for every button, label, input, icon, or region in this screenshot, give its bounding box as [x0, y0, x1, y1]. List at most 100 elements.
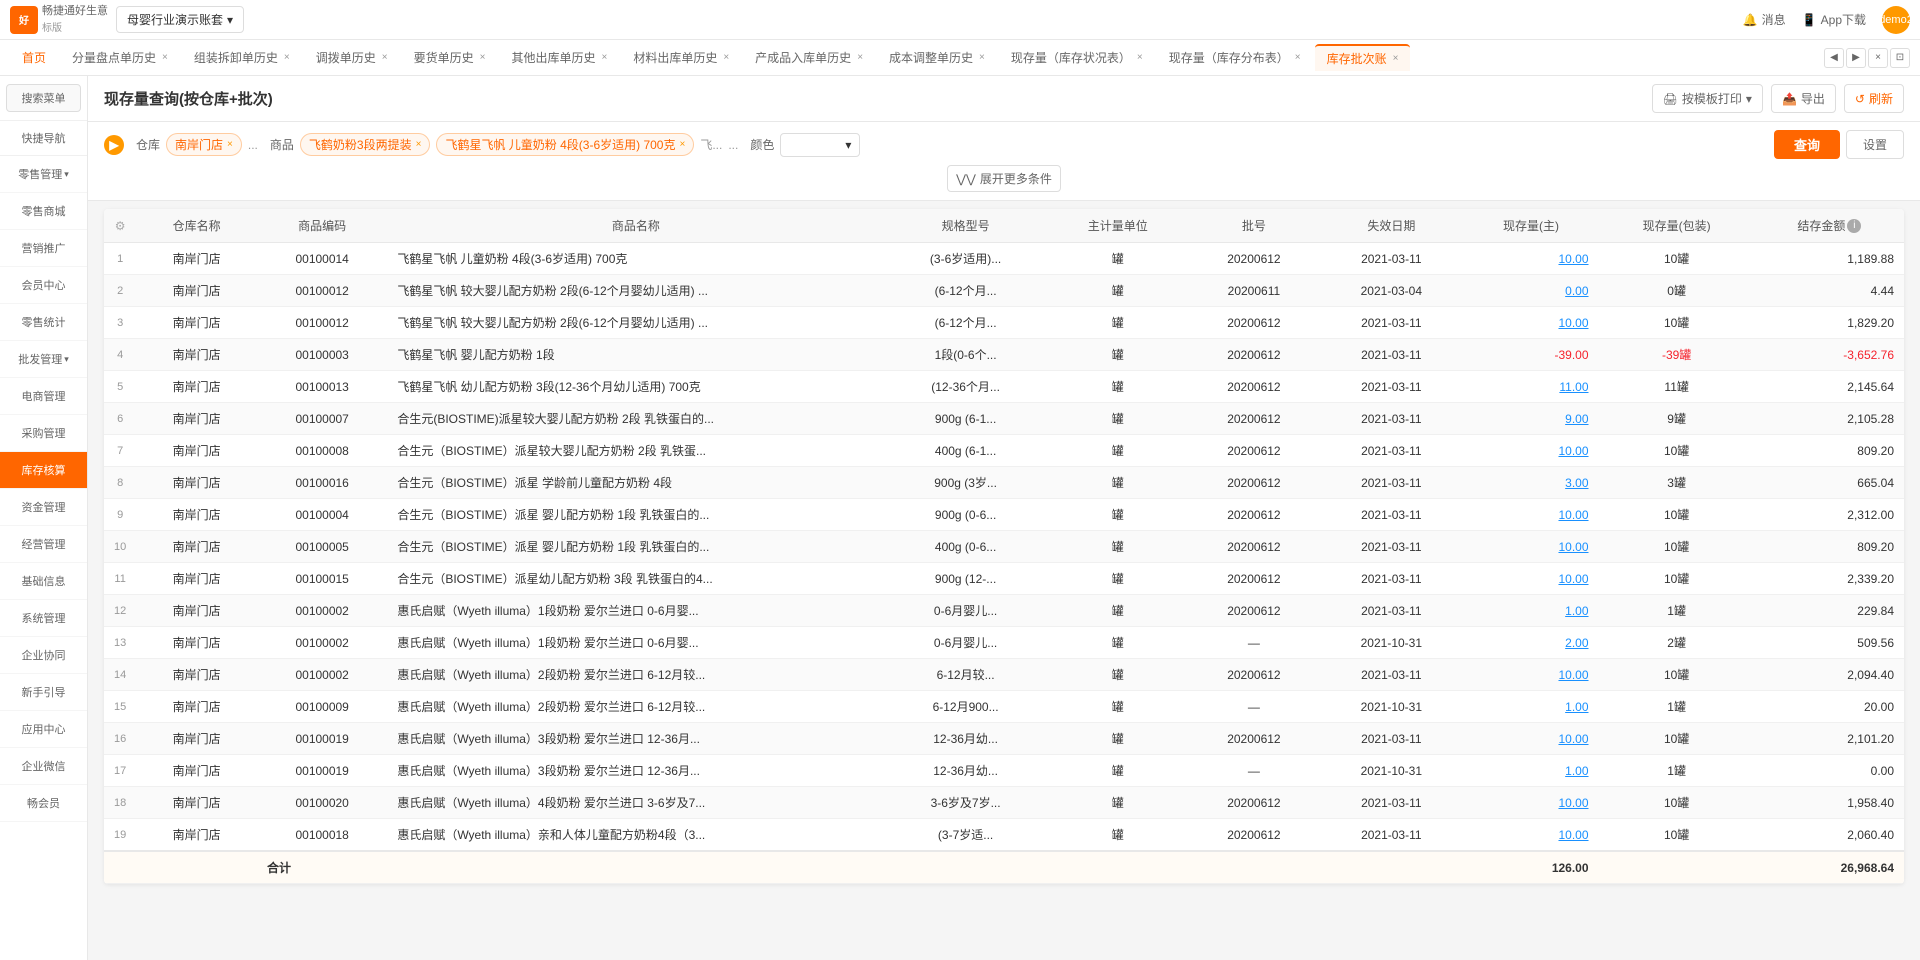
close-icon[interactable]: ×: [979, 52, 985, 63]
th-settings[interactable]: ⚙: [104, 209, 136, 243]
row-qty-main[interactable]: -39.00: [1464, 339, 1599, 371]
sidebar-item-marketing[interactable]: 营销推广: [0, 230, 87, 267]
settings-button[interactable]: 设置: [1846, 130, 1904, 159]
row-qty-main[interactable]: 10.00: [1464, 531, 1599, 563]
nav-prev-button[interactable]: ◀: [1824, 48, 1844, 68]
sidebar-item-operation[interactable]: 经营管理: [0, 526, 87, 563]
close-icon[interactable]: ×: [1393, 53, 1399, 64]
tab-1[interactable]: 分量盘点单历史 ×: [60, 45, 180, 70]
tab-9[interactable]: 现存量（库存状况表） ×: [999, 45, 1155, 70]
close-icon[interactable]: ×: [382, 52, 388, 63]
row-batch: 20200612: [1189, 467, 1319, 499]
filter-toggle-button[interactable]: ▶: [104, 135, 124, 155]
account-selector[interactable]: 母婴行业演示账套 ▾: [116, 6, 244, 33]
expand-conditions-button[interactable]: ⋁⋁ 展开更多条件: [947, 165, 1061, 192]
sidebar-item-apps[interactable]: 应用中心: [0, 711, 87, 748]
row-spec: 6-12月较...: [885, 659, 1047, 691]
tab-10[interactable]: 现存量（库存分布表） ×: [1157, 45, 1313, 70]
close-icon[interactable]: ×: [284, 52, 290, 63]
search-button[interactable]: 查询: [1774, 130, 1840, 159]
close-icon[interactable]: ×: [723, 52, 729, 63]
sidebar-item-purchase[interactable]: 采购管理: [0, 415, 87, 452]
message-button[interactable]: 🔔 消息: [1743, 11, 1786, 28]
row-qty-main[interactable]: 10.00: [1464, 787, 1599, 819]
row-spec: 400g (0-6...: [885, 531, 1047, 563]
tab-home[interactable]: 首页: [10, 45, 58, 70]
sidebar-item-collab[interactable]: 企业协同: [0, 637, 87, 674]
sidebar-item-shop[interactable]: 零售商城: [0, 193, 87, 230]
row-qty-main[interactable]: 1.00: [1464, 755, 1599, 787]
sidebar-item-wxwork[interactable]: 企业微信: [0, 748, 87, 785]
sidebar-item-retail[interactable]: 零售管理 ▾: [0, 156, 87, 193]
sidebar-item-finance[interactable]: 资金管理: [0, 489, 87, 526]
row-qty-main[interactable]: 0.00: [1464, 275, 1599, 307]
sidebar-item-basic[interactable]: 基础信息: [0, 563, 87, 600]
tab-8[interactable]: 成本调整单历史 ×: [877, 45, 997, 70]
remove-product-tag-1-button[interactable]: ×: [416, 139, 422, 150]
product-more-dots[interactable]: ...: [728, 138, 738, 152]
close-icon[interactable]: ×: [601, 52, 607, 63]
row-qty-main[interactable]: 10.00: [1464, 819, 1599, 852]
product-filter-tag-2[interactable]: 飞鹤星飞帆 儿童奶粉 4段(3-6岁适用) 700克 ×: [436, 133, 694, 156]
row-qty-main[interactable]: 10.00: [1464, 723, 1599, 755]
close-icon[interactable]: ×: [1137, 52, 1143, 63]
search-menu-button[interactable]: 搜索菜单: [6, 84, 81, 112]
nav-close-button[interactable]: ×: [1868, 48, 1888, 68]
th-batch: 批号: [1189, 209, 1319, 243]
amount-info-icon[interactable]: i: [1847, 219, 1861, 233]
row-qty-main[interactable]: 2.00: [1464, 627, 1599, 659]
row-qty-main[interactable]: 10.00: [1464, 563, 1599, 595]
app-download-button[interactable]: 📱 App下载: [1802, 11, 1866, 28]
row-qty-main[interactable]: 1.00: [1464, 595, 1599, 627]
sidebar-item-member[interactable]: 会员中心: [0, 267, 87, 304]
product-more-button[interactable]: 飞...: [700, 136, 722, 153]
table-footer-row: 合计 126.00 26,968.64: [104, 851, 1904, 884]
row-qty-main[interactable]: 3.00: [1464, 467, 1599, 499]
row-unit: 罐: [1047, 243, 1189, 275]
row-qty-main[interactable]: 10.00: [1464, 659, 1599, 691]
remove-warehouse-tag-button[interactable]: ×: [227, 139, 233, 150]
nav-menu-button[interactable]: ⊡: [1890, 48, 1910, 68]
sidebar-item-system[interactable]: 系统管理: [0, 600, 87, 637]
close-icon[interactable]: ×: [1295, 52, 1301, 63]
template-print-button[interactable]: 🖨 按模板打印 ▾: [1652, 84, 1763, 113]
row-qty-main[interactable]: 10.00: [1464, 435, 1599, 467]
row-qty-main[interactable]: 10.00: [1464, 499, 1599, 531]
nav-next-button[interactable]: ▶: [1846, 48, 1866, 68]
settings-icon[interactable]: ⚙: [115, 219, 126, 233]
close-icon[interactable]: ×: [480, 52, 486, 63]
row-qty-main[interactable]: 9.00: [1464, 403, 1599, 435]
row-number: 1: [104, 243, 136, 275]
sidebar-item-wholesale[interactable]: 批发管理 ▾: [0, 341, 87, 378]
export-button[interactable]: 📤 导出: [1771, 84, 1836, 113]
sidebar-item-guide[interactable]: 新手引导: [0, 674, 87, 711]
sidebar-item-stats[interactable]: 零售统计: [0, 304, 87, 341]
row-expire: 2021-03-11: [1319, 243, 1464, 275]
color-filter-dropdown[interactable]: ▾: [780, 133, 860, 157]
row-qty-main[interactable]: 10.00: [1464, 243, 1599, 275]
row-qty-main[interactable]: 10.00: [1464, 307, 1599, 339]
sidebar-item-vip[interactable]: 畅会员: [0, 785, 87, 822]
avatar[interactable]: demo2: [1882, 6, 1910, 34]
warehouse-filter-tag[interactable]: 南岸门店 ×: [166, 133, 242, 156]
tab-3[interactable]: 调拨单历史 ×: [304, 45, 400, 70]
row-spec: 1段(0-6个...: [885, 339, 1047, 371]
tab-7[interactable]: 产成品入库单历史 ×: [743, 45, 875, 70]
tab-5[interactable]: 其他出库单历史 ×: [499, 45, 619, 70]
close-icon[interactable]: ×: [162, 52, 168, 63]
sidebar-item-inventory[interactable]: 库存核算: [0, 452, 87, 489]
sidebar-item-ecommerce[interactable]: 电商管理: [0, 378, 87, 415]
refresh-button[interactable]: ↺ 刷新: [1844, 84, 1904, 113]
product-filter-tag-1[interactable]: 飞鹤奶粉3段两提装 ×: [300, 133, 431, 156]
quick-nav-button[interactable]: 快捷导航: [6, 125, 81, 151]
warehouse-more-button[interactable]: ...: [248, 138, 258, 152]
tab-2[interactable]: 组装拆卸单历史 ×: [182, 45, 302, 70]
tab-4[interactable]: 要货单历史 ×: [402, 45, 498, 70]
th-warehouse: 仓库名称: [136, 209, 257, 243]
tab-11[interactable]: 库存批次账 ×: [1315, 44, 1411, 71]
close-icon[interactable]: ×: [857, 52, 863, 63]
row-qty-main[interactable]: 1.00: [1464, 691, 1599, 723]
remove-product-tag-2-button[interactable]: ×: [679, 139, 685, 150]
row-qty-main[interactable]: 11.00: [1464, 371, 1599, 403]
tab-6[interactable]: 材料出库单历史 ×: [621, 45, 741, 70]
